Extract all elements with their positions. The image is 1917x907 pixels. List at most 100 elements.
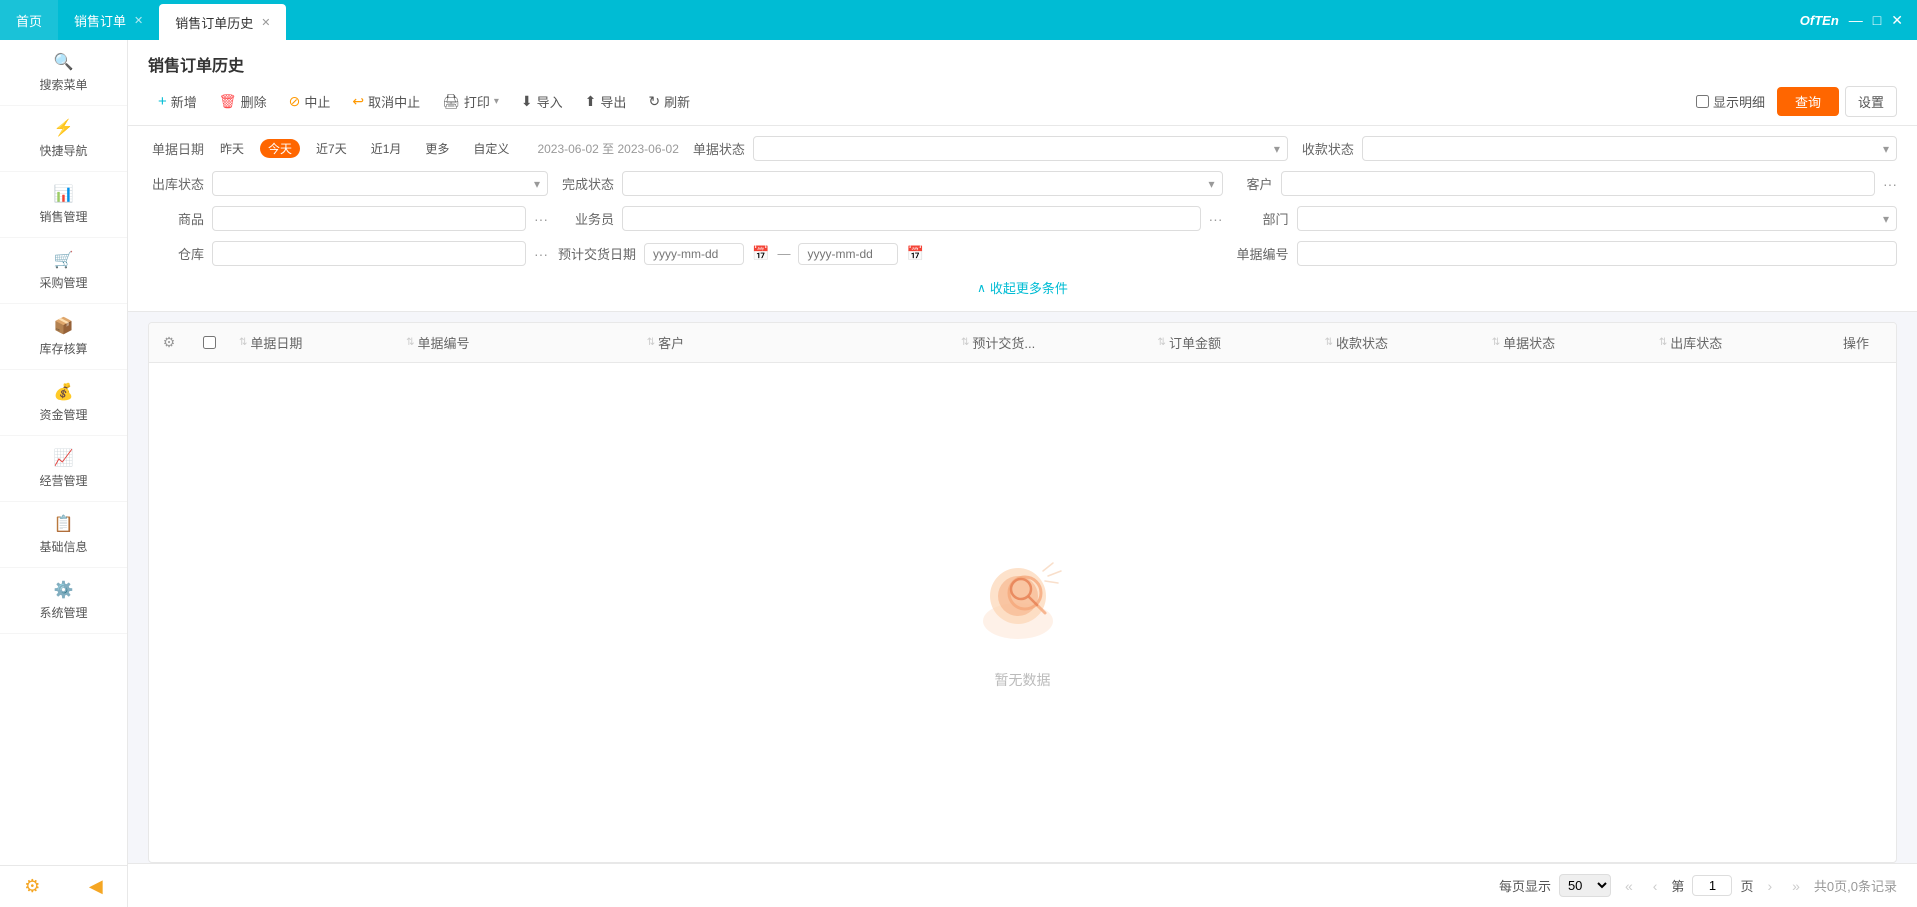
date-shortcut-more[interactable]: 更多 [417, 139, 457, 158]
prev-page-button[interactable]: ‹ [1647, 876, 1664, 896]
col-settings[interactable]: ⚙ [149, 334, 189, 351]
first-page-button[interactable]: « [1619, 876, 1639, 896]
department-select[interactable] [1297, 206, 1898, 231]
delete-button[interactable]: 🗑 删除 [209, 88, 277, 115]
empty-state: 暂无数据 [963, 536, 1083, 690]
col-receipt-status: ⇅ 收款状态 [1315, 333, 1482, 352]
window-maximize-icon[interactable]: □ [1873, 12, 1881, 28]
date-shortcut-last7[interactable]: 近7天 [308, 139, 355, 158]
department-label: 部门 [1233, 209, 1289, 228]
date-shortcut-last1month[interactable]: 近1月 [363, 139, 410, 158]
page-size-label: 每页显示 [1499, 876, 1551, 895]
settings-button[interactable]: 设置 [1845, 86, 1897, 117]
date-shortcut-yesterday[interactable]: 昨天 [212, 139, 252, 158]
tab-sales-order-history[interactable]: 销售订单历史 ✕ [159, 4, 286, 40]
expected-date-start[interactable] [644, 243, 744, 265]
calendar-start-icon[interactable]: 📅 [752, 245, 769, 262]
print-button[interactable]: 🖨 打印 ▾ [432, 88, 509, 115]
sidebar-item-basic-info[interactable]: 📋 基础信息 [0, 502, 127, 568]
sidebar-item-purchase-mgmt[interactable]: 🛒 采购管理 [0, 238, 127, 304]
next-page-button[interactable]: › [1761, 876, 1778, 896]
expected-date-end[interactable] [798, 243, 898, 265]
customer-input[interactable] [1281, 171, 1876, 196]
select-all-checkbox[interactable] [203, 336, 216, 349]
date-shortcut-today[interactable]: 今天 [260, 139, 300, 158]
tab-sales-order[interactable]: 销售订单 ✕ [58, 0, 159, 40]
receipt-status-select[interactable] [1362, 136, 1897, 161]
system-mgmt-label: 系统管理 [39, 604, 87, 621]
sort-icon-bill-st[interactable]: ⇅ [1492, 337, 1500, 348]
stop-icon: ⊘ [289, 93, 301, 110]
goods-ellipsis-icon[interactable]: ··· [534, 211, 548, 227]
filter-out-status: 出库状态 ▾ [148, 171, 548, 196]
salesperson-input[interactable] [622, 206, 1201, 231]
sort-icon-customer[interactable]: ⇅ [647, 337, 655, 348]
sidebar: 🔍 搜索菜单 ⚡ 快捷导航 📊 销售管理 🛒 采购管理 📦 库存核算 💰 资金管… [0, 40, 128, 907]
date-shortcut-custom[interactable]: 自定义 [465, 139, 517, 158]
search-menu-icon: 🔍 [54, 52, 74, 72]
window-close-icon[interactable]: ✕ [1891, 12, 1903, 29]
sidebar-item-search-menu[interactable]: 🔍 搜索菜单 [0, 40, 127, 106]
sort-icon-out-st[interactable]: ⇅ [1659, 337, 1667, 348]
show-detail-checkbox[interactable] [1696, 95, 1709, 108]
operations-icon: 📈 [54, 448, 74, 468]
tab-home[interactable]: 首页 [0, 0, 58, 40]
sales-order-history-close-icon[interactable]: ✕ [261, 16, 270, 29]
sidebar-item-quick-nav[interactable]: ⚡ 快捷导航 [0, 106, 127, 172]
col-expected-delivery: ⇅ 预计交货... [951, 333, 1148, 352]
import-button[interactable]: ⬇ 导入 [511, 88, 573, 115]
sales-order-close-icon[interactable]: ✕ [134, 14, 143, 27]
query-button[interactable]: 查询 [1777, 87, 1839, 116]
refresh-button[interactable]: ↻ 刷新 [638, 88, 700, 115]
new-button[interactable]: + 新增 [148, 88, 207, 115]
sidebar-item-operations[interactable]: 📈 经营管理 [0, 436, 127, 502]
page-unit: 页 [1740, 876, 1753, 895]
sort-icon-amount[interactable]: ⇅ [1158, 337, 1166, 348]
filter-row-2: 出库状态 ▾ 完成状态 ▾ [148, 171, 1897, 196]
filter-salesperson: 业务员 ··· [558, 206, 1223, 231]
bill-number-input[interactable] [1297, 241, 1898, 266]
current-page-input[interactable] [1692, 875, 1732, 896]
warehouse-ellipsis-icon[interactable]: ··· [534, 246, 548, 262]
bill-status-label: 单据状态 [689, 139, 745, 158]
sidebar-item-system-mgmt[interactable]: ⚙️ 系统管理 [0, 568, 127, 634]
bill-number-label: 单据编号 [1233, 244, 1289, 263]
basic-info-icon: 📋 [54, 514, 74, 534]
complete-status-select[interactable] [622, 171, 1223, 196]
sidebar-settings-icon[interactable]: ⚙ [24, 876, 40, 897]
sort-icon-bill-number[interactable]: ⇅ [406, 337, 414, 348]
cancel-stop-button[interactable]: ↩ 取消中止 [342, 88, 430, 115]
export-button[interactable]: ⬆ 导出 [575, 88, 637, 115]
col-checkbox[interactable] [189, 336, 229, 349]
salesperson-ellipsis-icon[interactable]: ··· [1209, 211, 1223, 227]
content-area: 销售订单历史 + 新增 🗑 删除 ⊘ 中止 ↩ 取消中止 [128, 40, 1917, 907]
sidebar-item-sales-mgmt[interactable]: 📊 销售管理 [0, 172, 127, 238]
collapse-btn[interactable]: ∧ 收起更多条件 [148, 274, 1897, 301]
filter-area: 单据日期 昨天 今天 近7天 近1月 更多 自定义 2023-06-02 至 2… [128, 126, 1917, 312]
warehouse-input[interactable] [212, 241, 526, 266]
inventory-icon: 📦 [54, 316, 74, 336]
calendar-end-icon[interactable]: 📅 [906, 245, 923, 262]
sort-icon-bill-date[interactable]: ⇅ [239, 337, 247, 348]
department-select-wrapper: ▾ [1297, 206, 1898, 231]
col-bill-status: ⇅ 单据状态 [1482, 333, 1649, 352]
stop-button[interactable]: ⊘ 中止 [279, 88, 341, 115]
sort-icon-delivery[interactable]: ⇅ [961, 337, 969, 348]
current-page-label: 第 [1671, 876, 1684, 895]
sort-icon-receipt[interactable]: ⇅ [1325, 337, 1333, 348]
filter-date: 单据日期 昨天 今天 近7天 近1月 更多 自定义 2023-06-02 至 2… [148, 139, 679, 158]
refresh-icon: ↻ [648, 93, 660, 110]
sales-mgmt-icon: 📊 [54, 184, 74, 204]
sidebar-toggle-icon[interactable]: ◀ [89, 876, 103, 897]
out-status-select[interactable] [212, 171, 548, 196]
sidebar-item-inventory[interactable]: 📦 库存核算 [0, 304, 127, 370]
customer-ellipsis-icon[interactable]: ··· [1883, 176, 1897, 192]
last-page-button[interactable]: » [1786, 876, 1806, 896]
page-size-select[interactable]: 50 10 20 100 [1559, 874, 1611, 897]
goods-input[interactable] [212, 206, 526, 231]
window-minimize-icon[interactable]: — [1849, 12, 1863, 28]
sidebar-item-finance[interactable]: 💰 资金管理 [0, 370, 127, 436]
table-header: ⚙ ⇅ 单据日期 ⇅ 单据编号 ⇅ 客户 ⇅ [149, 323, 1896, 363]
bill-status-select[interactable] [753, 136, 1288, 161]
inventory-label: 库存核算 [39, 340, 87, 357]
